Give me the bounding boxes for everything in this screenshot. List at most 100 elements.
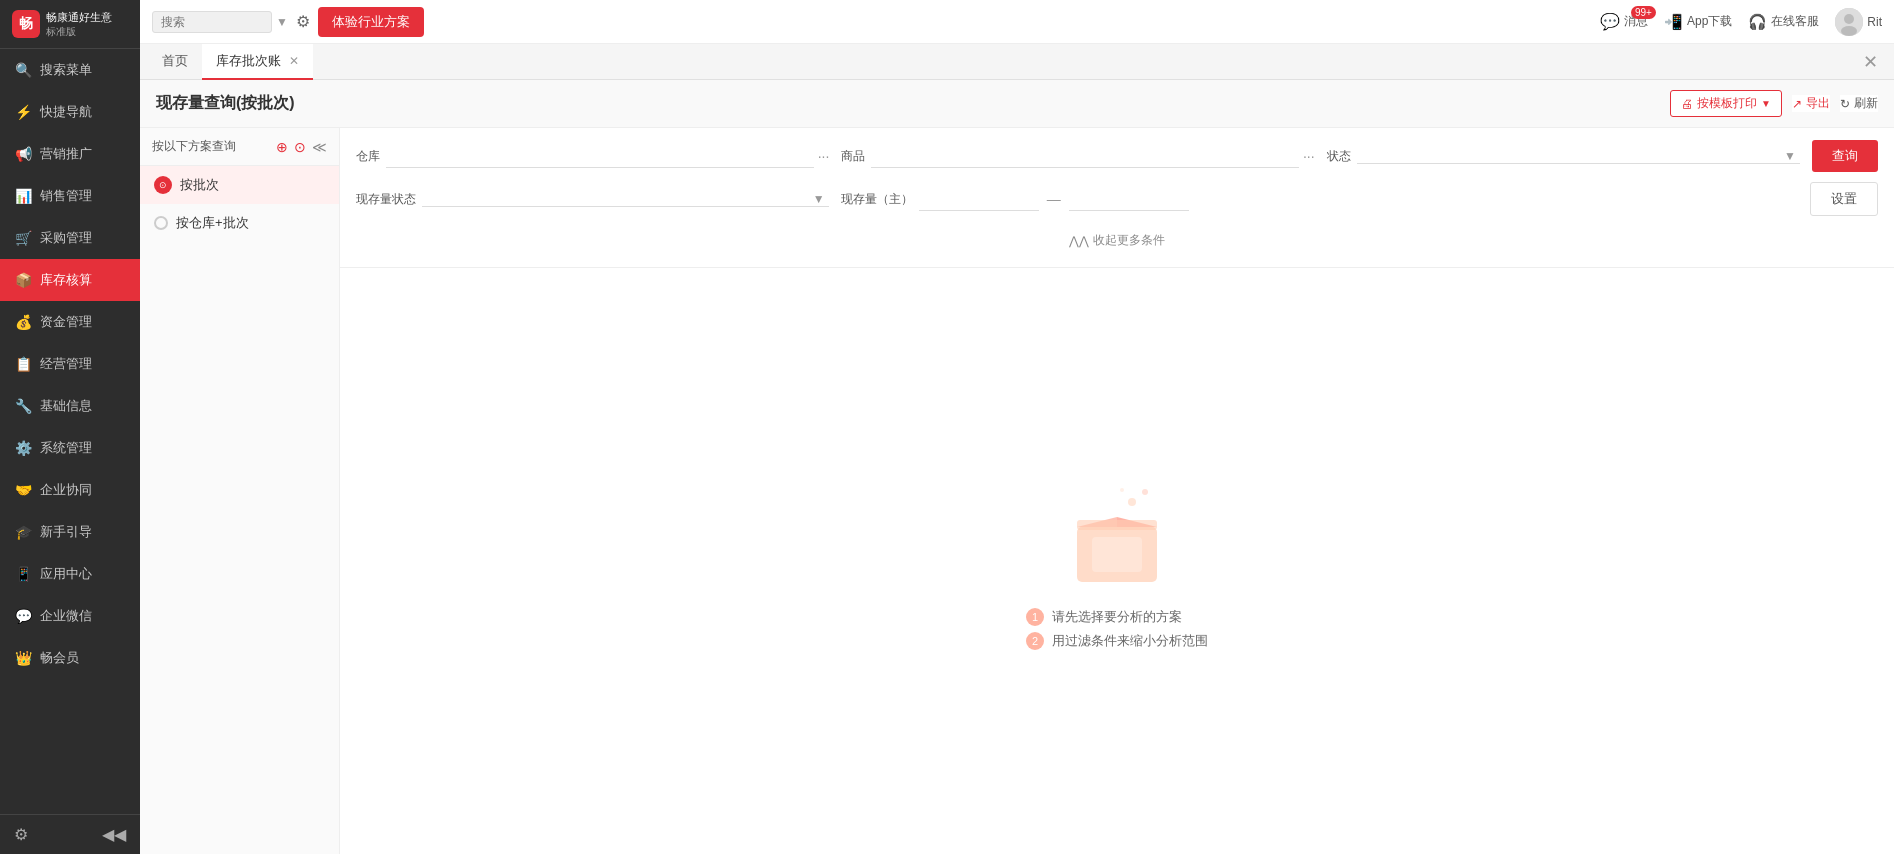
export-button[interactable]: ↗ 导出 bbox=[1792, 95, 1830, 112]
sidebar-item-system-label: 系统管理 bbox=[40, 439, 92, 457]
status-value bbox=[1357, 152, 1780, 160]
stock-status-dropdown-icon[interactable]: ▼ bbox=[809, 192, 829, 206]
sidebar-item-shortcut-label: 快捷导航 bbox=[40, 103, 92, 121]
sidebar-item-wechat[interactable]: 💬 企业微信 bbox=[0, 595, 140, 637]
sidebar-item-operation[interactable]: 📋 经营管理 bbox=[0, 343, 140, 385]
left-panel-title: 按以下方案查询 bbox=[152, 138, 236, 155]
left-panel-icons: ⊕ ⊙ ≪ bbox=[276, 139, 327, 155]
collapse-sidebar-icon[interactable]: ◀◀ bbox=[102, 825, 126, 844]
tab-home[interactable]: 首页 bbox=[148, 44, 202, 80]
sidebar-item-sales-label: 销售管理 bbox=[40, 187, 92, 205]
print-dropdown-icon: ▼ bbox=[1761, 98, 1771, 109]
topbar-gear-icon[interactable]: ⚙ bbox=[292, 8, 314, 35]
sidebar-item-inventory[interactable]: 📦 库存核算 bbox=[0, 259, 140, 301]
stock-qty-label: 现存量（主） bbox=[841, 191, 913, 208]
page-actions: 🖨 按模板打印 ▼ ↗ 导出 ↻ 刷新 bbox=[1670, 90, 1878, 117]
tip-num-1: 1 bbox=[1026, 608, 1044, 626]
print-button[interactable]: 🖨 按模板打印 ▼ bbox=[1670, 90, 1782, 117]
warehouse-label: 仓库 bbox=[356, 148, 380, 165]
tab-inventory-batch[interactable]: 库存批次账 ✕ bbox=[202, 44, 313, 80]
wechat-icon: 💬 bbox=[14, 607, 32, 625]
query-button[interactable]: 查询 bbox=[1812, 140, 1878, 172]
svg-point-10 bbox=[1120, 488, 1124, 492]
sidebar-item-purchase-label: 采购管理 bbox=[40, 229, 92, 247]
flash-icon: ⚡ bbox=[14, 103, 32, 121]
collapse-more-label: 收起更多条件 bbox=[1093, 232, 1165, 249]
warehouse-more-icon[interactable]: ··· bbox=[818, 148, 830, 164]
tip-text-1: 请先选择要分析的方案 bbox=[1052, 608, 1182, 626]
scheme-item-batch[interactable]: ⊙ 按批次 bbox=[140, 166, 339, 204]
sidebar-item-newbie[interactable]: 🎓 新手引导 bbox=[0, 511, 140, 553]
sidebar-item-appstore[interactable]: 📱 应用中心 bbox=[0, 553, 140, 595]
experience-button[interactable]: 体验行业方案 bbox=[318, 7, 424, 37]
tip-text-2: 用过滤条件来缩小分析范围 bbox=[1052, 632, 1208, 650]
refresh-icon: ↻ bbox=[1840, 97, 1850, 111]
money-icon: 💰 bbox=[14, 313, 32, 331]
stock-qty-min-input[interactable] bbox=[919, 188, 1039, 211]
sidebar-item-purchase[interactable]: 🛒 采购管理 bbox=[0, 217, 140, 259]
scheme-settings-icon[interactable]: ⊙ bbox=[294, 139, 306, 155]
stock-status-select-wrap: ▼ bbox=[422, 192, 829, 207]
sidebar-item-system[interactable]: ⚙️ 系统管理 bbox=[0, 427, 140, 469]
sidebar-item-basic-label: 基础信息 bbox=[40, 397, 92, 415]
chart-icon: 📊 bbox=[14, 187, 32, 205]
settings-button[interactable]: 设置 bbox=[1810, 182, 1878, 216]
crown-icon: 👑 bbox=[14, 649, 32, 667]
empty-svg bbox=[1057, 472, 1177, 592]
collapse-panel-icon[interactable]: ≪ bbox=[312, 139, 327, 155]
product-more-icon[interactable]: ··· bbox=[1303, 148, 1315, 164]
sidebar-item-member[interactable]: 👑 畅会员 bbox=[0, 637, 140, 679]
headset-icon: 🎧 bbox=[1748, 13, 1767, 31]
settings-footer-icon[interactable]: ⚙ bbox=[14, 825, 28, 844]
online-service-button[interactable]: 🎧 在线客服 bbox=[1748, 13, 1819, 31]
graduation-icon: 🎓 bbox=[14, 523, 32, 541]
box-icon: 📦 bbox=[14, 271, 32, 289]
avatar bbox=[1835, 8, 1863, 36]
sidebar-item-shortcut[interactable]: ⚡ 快捷导航 bbox=[0, 91, 140, 133]
product-filter-group: 商品 ··· bbox=[841, 145, 1314, 168]
sidebar-item-enterprise[interactable]: 🤝 企业协同 bbox=[0, 469, 140, 511]
stock-qty-filter-group: 现存量（主） — bbox=[841, 188, 1314, 211]
empty-state: 1 请先选择要分析的方案 2 用过滤条件来缩小分析范围 bbox=[340, 268, 1894, 854]
status-filter-group: 状态 ▼ bbox=[1327, 148, 1800, 165]
tab-close-icon[interactable]: ✕ bbox=[289, 54, 299, 68]
sidebar-item-marketing[interactable]: 📢 营销推广 bbox=[0, 133, 140, 175]
app-download-button[interactable]: 📲 App下载 bbox=[1664, 13, 1732, 31]
sidebar-item-basic[interactable]: 🔧 基础信息 bbox=[0, 385, 140, 427]
sidebar-nav: 🔍 搜索菜单 ⚡ 快捷导航 📢 营销推广 📊 销售管理 🛒 采购管理 📦 库存核… bbox=[0, 49, 140, 814]
refresh-button[interactable]: ↻ 刷新 bbox=[1840, 95, 1878, 112]
add-scheme-icon[interactable]: ⊕ bbox=[276, 139, 288, 155]
status-label: 状态 bbox=[1327, 148, 1351, 165]
tab-panel-close-icon[interactable]: ✕ bbox=[1855, 51, 1886, 73]
status-dropdown-icon[interactable]: ▼ bbox=[1780, 149, 1800, 163]
product-input[interactable] bbox=[871, 145, 1299, 168]
cart-icon: 🛒 bbox=[14, 229, 32, 247]
svg-rect-7 bbox=[1092, 537, 1142, 572]
empty-tip-2: 2 用过滤条件来缩小分析范围 bbox=[1026, 632, 1208, 650]
filter-row-1: 仓库 ··· 商品 ··· 状态 bbox=[356, 140, 1878, 172]
filter-area: 仓库 ··· 商品 ··· 状态 bbox=[340, 128, 1894, 268]
stock-qty-max-input[interactable] bbox=[1069, 188, 1189, 211]
username-label: Rit bbox=[1867, 15, 1882, 29]
content-area: 现存量查询(按批次) 🖨 按模板打印 ▼ ↗ 导出 ↻ 刷新 bbox=[140, 80, 1894, 854]
main-area: ▼ ⚙ 体验行业方案 💬 消息 99+ 📲 App下载 🎧 在线客服 bbox=[140, 0, 1894, 854]
sidebar-item-sales[interactable]: 📊 销售管理 bbox=[0, 175, 140, 217]
message-icon: 💬 bbox=[1600, 12, 1620, 31]
empty-tip-1: 1 请先选择要分析的方案 bbox=[1026, 608, 1208, 626]
warehouse-input[interactable] bbox=[386, 145, 814, 168]
sidebar-item-finance[interactable]: 💰 资金管理 bbox=[0, 301, 140, 343]
scheme-warehouse-label: 按仓库+批次 bbox=[176, 214, 249, 232]
stock-status-filter-group: 现存量状态 ▼ bbox=[356, 191, 829, 208]
phone-icon: 📱 bbox=[14, 565, 32, 583]
product-label: 商品 bbox=[841, 148, 865, 165]
svg-rect-6 bbox=[1077, 520, 1157, 530]
warehouse-filter-group: 仓库 ··· bbox=[356, 145, 829, 168]
collapse-more-button[interactable]: ⋀⋀ 收起更多条件 bbox=[356, 226, 1878, 255]
sidebar-item-search[interactable]: 🔍 搜索菜单 bbox=[0, 49, 140, 91]
sidebar-header: 畅 畅康通好生意 标准版 bbox=[0, 0, 140, 49]
user-profile[interactable]: Rit bbox=[1835, 8, 1882, 36]
search-input[interactable] bbox=[152, 11, 272, 33]
messages-button[interactable]: 💬 消息 99+ bbox=[1600, 12, 1648, 31]
sidebar-item-newbie-label: 新手引导 bbox=[40, 523, 92, 541]
scheme-item-warehouse-batch[interactable]: 按仓库+批次 bbox=[140, 204, 339, 242]
